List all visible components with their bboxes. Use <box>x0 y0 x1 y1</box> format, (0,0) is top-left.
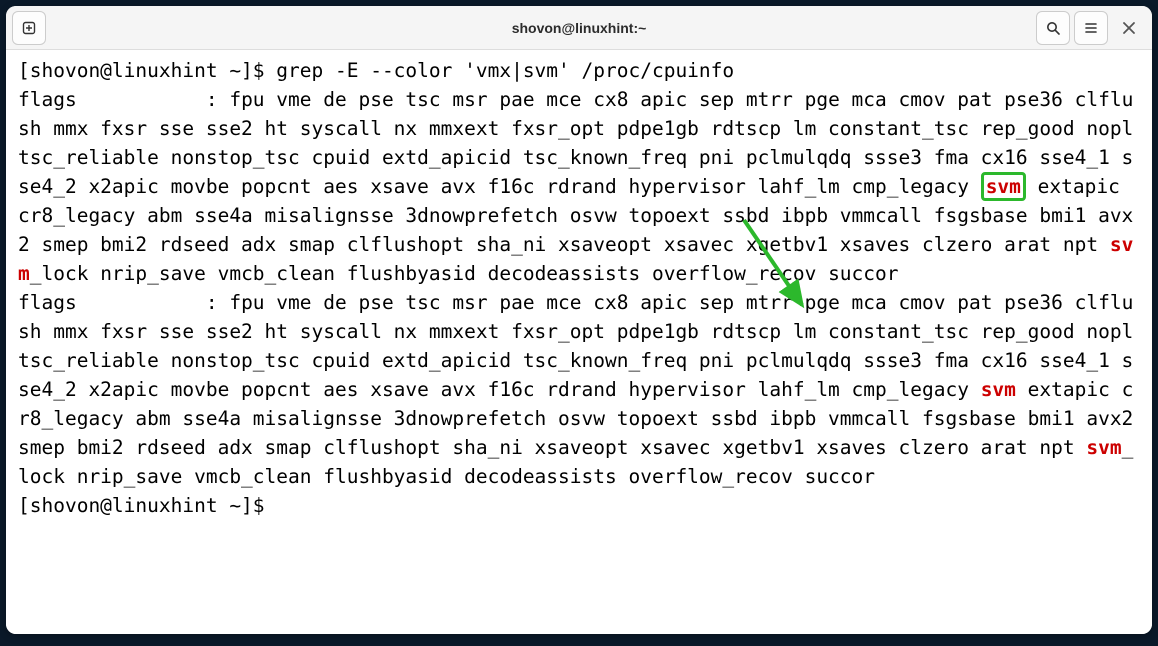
terminal-window: shovon@linuxhint:~ [shovon@linuxhint ~]$… <box>6 6 1152 634</box>
highlighted-svm: svm <box>981 172 1026 201</box>
new-tab-button[interactable] <box>12 11 46 45</box>
search-button[interactable] <box>1036 11 1070 45</box>
flags-label: flags <box>18 88 77 111</box>
close-button[interactable] <box>1112 11 1146 45</box>
flags-text-1c: _lock nrip_save vmcb_clean flushbyasid d… <box>30 262 899 285</box>
prompt: [shovon@linuxhint ~]$ <box>18 59 276 82</box>
terminal-output[interactable]: [shovon@linuxhint ~]$ grep -E --color 'v… <box>6 50 1152 634</box>
grep-match-svm-lock-2: svm <box>1086 436 1121 459</box>
grep-match-svm-2: svm <box>981 378 1016 401</box>
window-title: shovon@linuxhint:~ <box>512 20 647 36</box>
flags-label-2: flags <box>18 291 77 314</box>
prompt-2: [shovon@linuxhint ~]$ <box>18 494 276 517</box>
titlebar: shovon@linuxhint:~ <box>6 6 1152 50</box>
grep-match-svm: svm <box>986 175 1021 198</box>
command-text: grep -E --color 'vmx|svm' /proc/cpuinfo <box>276 59 734 82</box>
menu-button[interactable] <box>1074 11 1108 45</box>
